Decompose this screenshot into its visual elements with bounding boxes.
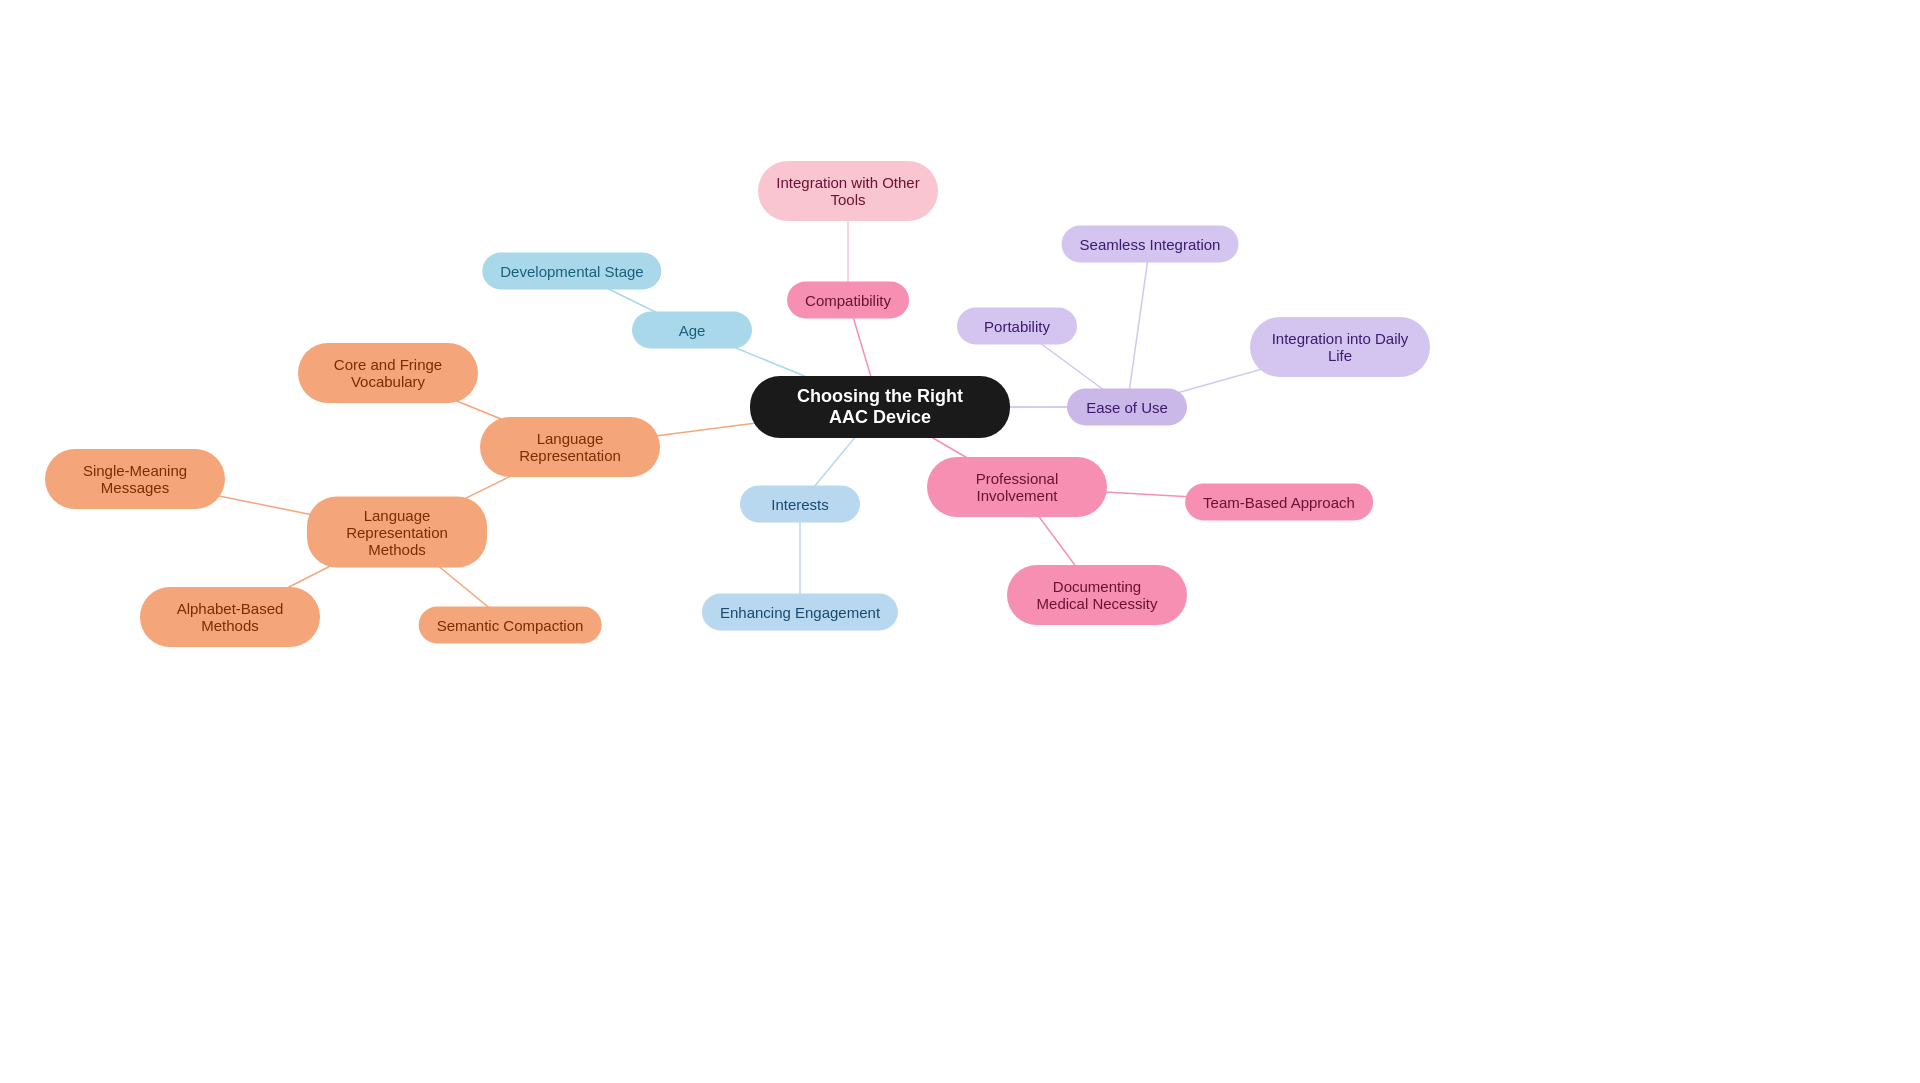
node-age[interactable]: Age <box>632 312 752 349</box>
svg-line-14 <box>1127 244 1150 407</box>
node-integration-other-tools[interactable]: Integration with Other Tools <box>758 161 938 221</box>
node-compatibility[interactable]: Compatibility <box>787 282 909 319</box>
node-developmental-stage[interactable]: Developmental Stage <box>482 253 661 290</box>
node-seamless-integration[interactable]: Seamless Integration <box>1062 226 1239 263</box>
node-ease-of-use[interactable]: Ease of Use <box>1067 389 1187 426</box>
node-interests[interactable]: Interests <box>740 486 860 523</box>
connections-svg <box>0 0 1920 1083</box>
node-integration-daily-life[interactable]: Integration into Daily Life <box>1250 317 1430 377</box>
node-language-representation[interactable]: Language Representation <box>480 417 660 477</box>
node-professional-involvement[interactable]: Professional Involvement <box>927 457 1107 517</box>
node-semantic-compaction[interactable]: Semantic Compaction <box>419 607 602 644</box>
node-team-based[interactable]: Team-Based Approach <box>1185 484 1373 521</box>
node-alphabet-based[interactable]: Alphabet-Based Methods <box>140 587 320 647</box>
node-lang-rep-methods[interactable]: Language Representation Methods <box>307 497 487 568</box>
node-documenting-medical[interactable]: Documenting Medical Necessity <box>1007 565 1187 625</box>
node-portability[interactable]: Portability <box>957 308 1077 345</box>
node-core-fringe[interactable]: Core and Fringe Vocabulary <box>298 343 478 403</box>
mindmap-container: Choosing the Right AAC Device Age Developm… <box>0 0 1920 1083</box>
node-enhancing-engagement[interactable]: Enhancing Engagement <box>702 594 898 631</box>
node-single-meaning[interactable]: Single-Meaning Messages <box>45 449 225 509</box>
node-center[interactable]: Choosing the Right AAC Device <box>750 376 1010 438</box>
